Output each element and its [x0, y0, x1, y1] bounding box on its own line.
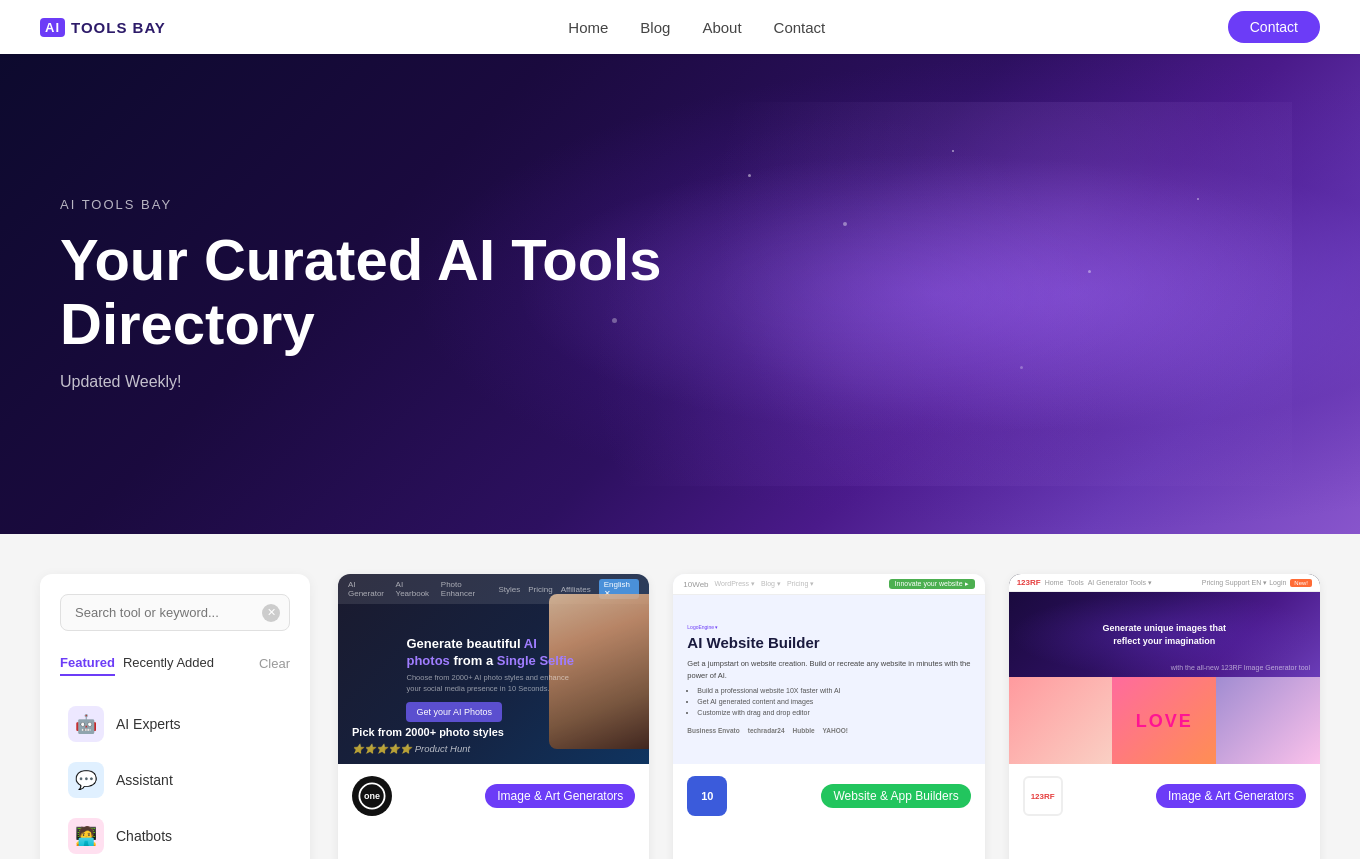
sidebar-item-chatbots[interactable]: 🧑‍💻 Chatbots	[60, 808, 290, 859]
card1-main-text: Generate beautiful AI photos from a Sing…	[406, 636, 580, 670]
tool-screenshot-2: 10Web WordPress ▾ Blog ▾ Pricing ▾ Innov…	[673, 574, 984, 764]
tool-card-3-footer: 123RF Image & Art Generators	[1009, 764, 1320, 828]
tool-card-123rf[interactable]: 123RF Home Tools AI Generator Tools ▾ Pr…	[1009, 574, 1320, 859]
tab-featured[interactable]: Featured	[60, 651, 115, 676]
sidebar-item-ai-experts[interactable]: 🤖 AI Experts	[60, 696, 290, 752]
sidebar-item-assistant[interactable]: 💬 Assistant	[60, 752, 290, 808]
nav-blog[interactable]: Blog	[640, 19, 670, 36]
assistant-label: Assistant	[116, 772, 173, 788]
card2-features: Build a professional website 10X faster …	[697, 685, 970, 719]
tool-tag-2: Website & App Builders	[821, 784, 970, 808]
tools-grid: AI GeneratorAI YearbookPhoto EnhancerSty…	[338, 574, 1320, 859]
navbar: AI TOOLS BAY Home Blog About Contact Con…	[0, 0, 1360, 54]
tool-tag-3: Image & Art Generators	[1156, 784, 1306, 808]
svg-text:one: one	[364, 791, 380, 801]
card1-sub-text: Choose from 2000+ AI photo styles and en…	[406, 673, 580, 694]
hero-content: AI TOOLS BAY Your Curated AI Tools Direc…	[0, 197, 740, 392]
card2-brand-logos: Business Envato techradar24 Hubble YAHOO…	[687, 727, 970, 734]
logo-text: TOOLS BAY	[71, 19, 166, 36]
search-clear-button[interactable]: ✕	[262, 604, 280, 622]
card2-title: AI Website Builder	[687, 634, 970, 652]
sparkle-4	[1088, 270, 1091, 273]
card3-headline: Generate unique images thatreflect your …	[1103, 622, 1227, 647]
sparkle-2	[843, 222, 847, 226]
sparkle-7	[1020, 366, 1023, 369]
hero-subtitle: Updated Weekly!	[60, 373, 680, 391]
ai-experts-label: AI Experts	[116, 716, 181, 732]
sparkle-6	[1197, 198, 1199, 200]
card1-stars: ⭐⭐⭐⭐⭐ Product Hunt	[352, 743, 470, 754]
logo-ai-badge: AI	[40, 18, 65, 37]
sparkle-1	[748, 174, 751, 177]
chatbots-label: Chatbots	[116, 828, 172, 844]
tool-card-2-footer: 10 Website & App Builders	[673, 764, 984, 828]
contact-button[interactable]: Contact	[1228, 11, 1320, 43]
search-input[interactable]	[60, 594, 290, 631]
card2-desc: Get a jumpstart on website creation. Bui…	[687, 658, 970, 681]
nav-links: Home Blog About Contact	[568, 19, 825, 36]
tool-logo-1: one	[352, 776, 392, 816]
hero-title: Your Curated AI Tools Directory	[60, 228, 680, 356]
tool-logo-2: 10	[687, 776, 727, 816]
nav-contact[interactable]: Contact	[774, 19, 826, 36]
nav-home[interactable]: Home	[568, 19, 608, 36]
sparkle-3	[952, 150, 954, 152]
ai-experts-icon: 🤖	[68, 706, 104, 742]
filter-tabs: Featured Recently Added Clear	[60, 651, 290, 676]
assistant-icon: 💬	[68, 762, 104, 798]
tool-logo-3: 123RF	[1023, 776, 1063, 816]
filter-clear[interactable]: Clear	[259, 656, 290, 671]
tool-logo-1-svg: one	[354, 778, 390, 814]
site-logo[interactable]: AI TOOLS BAY	[40, 18, 166, 37]
card3-mosaic: LOVE	[1009, 677, 1320, 764]
tool-card-1-footer: one Image & Art Generators	[338, 764, 649, 828]
search-box: ✕	[60, 594, 290, 631]
hero-section: AI TOOLS BAY Your Curated AI Tools Direc…	[0, 54, 1360, 534]
tool-card-ai-photos[interactable]: AI GeneratorAI YearbookPhoto EnhancerSty…	[338, 574, 649, 859]
hero-eyebrow: AI TOOLS BAY	[60, 197, 680, 212]
tool-card-website-builder[interactable]: 10Web WordPress ▾ Blog ▾ Pricing ▾ Innov…	[673, 574, 984, 859]
card1-cta-button[interactable]: Get your AI Photos	[406, 702, 502, 722]
tool-tag-1: Image & Art Generators	[485, 784, 635, 808]
tool-screenshot-1: AI GeneratorAI YearbookPhoto EnhancerSty…	[338, 574, 649, 764]
sidebar: ✕ Featured Recently Added Clear 🤖 AI Exp…	[40, 574, 310, 859]
tab-recently-added[interactable]: Recently Added	[123, 651, 214, 676]
card2-logo-small: LogoEngine ▾	[687, 624, 970, 630]
tool-screenshot-3: 123RF Home Tools AI Generator Tools ▾ Pr…	[1009, 574, 1320, 764]
card3-sub: with the all-new 123RF Image Generator t…	[1171, 664, 1310, 671]
main-content: ✕ Featured Recently Added Clear 🤖 AI Exp…	[0, 534, 1360, 859]
nav-about[interactable]: About	[702, 19, 741, 36]
chatbots-icon: 🧑‍💻	[68, 818, 104, 854]
